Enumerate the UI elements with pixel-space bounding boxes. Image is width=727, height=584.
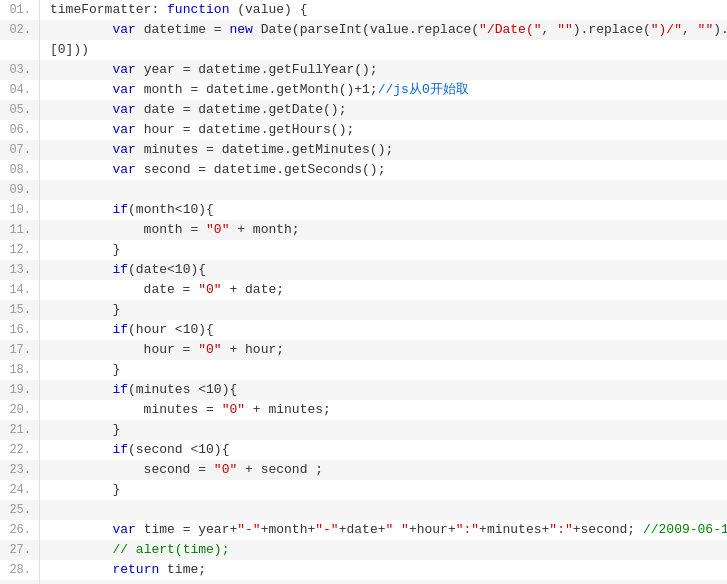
line-number: 17. bbox=[0, 340, 40, 360]
line-number: 23. bbox=[0, 460, 40, 480]
code-row: 06. var hour = datetime.getHours(); bbox=[0, 120, 727, 140]
code-row: 22. if(second <10){ bbox=[0, 440, 727, 460]
line-number: 26. bbox=[0, 520, 40, 540]
code-row: 26. var time = year+"-"+month+"-"+date+"… bbox=[0, 520, 727, 540]
line-content bbox=[40, 500, 727, 520]
line-number: 15. bbox=[0, 300, 40, 320]
line-content: } bbox=[40, 300, 727, 320]
line-number: 08. bbox=[0, 160, 40, 180]
code-row: 28. return time; bbox=[0, 560, 727, 580]
line-number: 04. bbox=[0, 80, 40, 100]
line-number: 29. bbox=[0, 580, 40, 584]
line-content: if(hour <10){ bbox=[40, 320, 727, 340]
code-row: 03. var year = datetime.getFullYear(); bbox=[0, 60, 727, 80]
code-container: 01.timeFormatter: function (value) {02. … bbox=[0, 0, 727, 584]
line-number: 18. bbox=[0, 360, 40, 380]
code-row: 20. minutes = "0" + minutes; bbox=[0, 400, 727, 420]
line-number: 11. bbox=[0, 220, 40, 240]
code-row: 01.timeFormatter: function (value) { bbox=[0, 0, 727, 20]
code-row: [0])) bbox=[0, 40, 727, 60]
line-number: 27. bbox=[0, 540, 40, 560]
code-row: 24. } bbox=[0, 480, 727, 500]
line-content: if(month<10){ bbox=[40, 200, 727, 220]
line-content: month = "0" + month; bbox=[40, 220, 727, 240]
line-content: var time = year+"-"+month+"-"+date+" "+h… bbox=[40, 520, 727, 540]
code-row: 27. // alert(time); bbox=[0, 540, 727, 560]
line-content: } bbox=[40, 360, 727, 380]
line-number: 12. bbox=[0, 240, 40, 260]
line-number: 16. bbox=[0, 320, 40, 340]
code-row: 21. } bbox=[0, 420, 727, 440]
line-content: second = "0" + second ; bbox=[40, 460, 727, 480]
line-number: 22. bbox=[0, 440, 40, 460]
line-content: // alert(time); bbox=[40, 540, 727, 560]
line-number: 03. bbox=[0, 60, 40, 80]
line-content: var hour = datetime.getHours(); bbox=[40, 120, 727, 140]
code-row: 12. } bbox=[0, 240, 727, 260]
line-content: [0])) bbox=[40, 40, 727, 60]
code-row: 04. var month = datetime.getMonth()+1;//… bbox=[0, 80, 727, 100]
line-number: 13. bbox=[0, 260, 40, 280]
code-row: 08. var second = datetime.getSeconds(); bbox=[0, 160, 727, 180]
line-number: 28. bbox=[0, 560, 40, 580]
line-content: if(minutes <10){ bbox=[40, 380, 727, 400]
code-row: 17. hour = "0" + hour; bbox=[0, 340, 727, 360]
code-row: 07. var minutes = datetime.getMinutes(); bbox=[0, 140, 727, 160]
line-content: var minutes = datetime.getMinutes(); bbox=[40, 140, 727, 160]
code-row: 13. if(date<10){ bbox=[0, 260, 727, 280]
code-row: 09. bbox=[0, 180, 727, 200]
code-row: 29. bbox=[0, 580, 727, 584]
code-row: 19. if(minutes <10){ bbox=[0, 380, 727, 400]
line-content: if(date<10){ bbox=[40, 260, 727, 280]
line-content bbox=[40, 180, 727, 200]
line-number: 14. bbox=[0, 280, 40, 300]
line-content: var datetime = new Date(parseInt(value.r… bbox=[40, 20, 727, 40]
line-number: 09. bbox=[0, 180, 40, 200]
line-number: 02. bbox=[0, 20, 40, 40]
line-content: timeFormatter: function (value) { bbox=[40, 0, 727, 20]
line-number: 06. bbox=[0, 120, 40, 140]
line-content: return time; bbox=[40, 560, 727, 580]
code-row: 23. second = "0" + second ; bbox=[0, 460, 727, 480]
line-content: var year = datetime.getFullYear(); bbox=[40, 60, 727, 80]
line-content: } bbox=[40, 240, 727, 260]
code-row: 11. month = "0" + month; bbox=[0, 220, 727, 240]
line-number: 24. bbox=[0, 480, 40, 500]
line-number: 07. bbox=[0, 140, 40, 160]
line-number: 25. bbox=[0, 500, 40, 520]
line-content: } bbox=[40, 480, 727, 500]
line-content bbox=[40, 580, 727, 584]
code-block: 01.timeFormatter: function (value) {02. … bbox=[0, 0, 727, 584]
line-number: 21. bbox=[0, 420, 40, 440]
line-content: var month = datetime.getMonth()+1;//js从0… bbox=[40, 80, 727, 100]
line-content: var date = datetime.getDate(); bbox=[40, 100, 727, 120]
line-number: 19. bbox=[0, 380, 40, 400]
line-number: 05. bbox=[0, 100, 40, 120]
line-number: 01. bbox=[0, 0, 40, 20]
line-content: date = "0" + date; bbox=[40, 280, 727, 300]
code-row: 14. date = "0" + date; bbox=[0, 280, 727, 300]
code-row: 15. } bbox=[0, 300, 727, 320]
code-row: 25. bbox=[0, 500, 727, 520]
line-content: if(second <10){ bbox=[40, 440, 727, 460]
code-row: 18. } bbox=[0, 360, 727, 380]
line-number: 10. bbox=[0, 200, 40, 220]
line-number: 20. bbox=[0, 400, 40, 420]
code-row: 16. if(hour <10){ bbox=[0, 320, 727, 340]
code-row: 10. if(month<10){ bbox=[0, 200, 727, 220]
code-row: 05. var date = datetime.getDate(); bbox=[0, 100, 727, 120]
line-content: hour = "0" + hour; bbox=[40, 340, 727, 360]
line-content: } bbox=[40, 420, 727, 440]
line-content: var second = datetime.getSeconds(); bbox=[40, 160, 727, 180]
code-row: 02. var datetime = new Date(parseInt(val… bbox=[0, 20, 727, 40]
line-number bbox=[0, 40, 40, 60]
line-content: minutes = "0" + minutes; bbox=[40, 400, 727, 420]
